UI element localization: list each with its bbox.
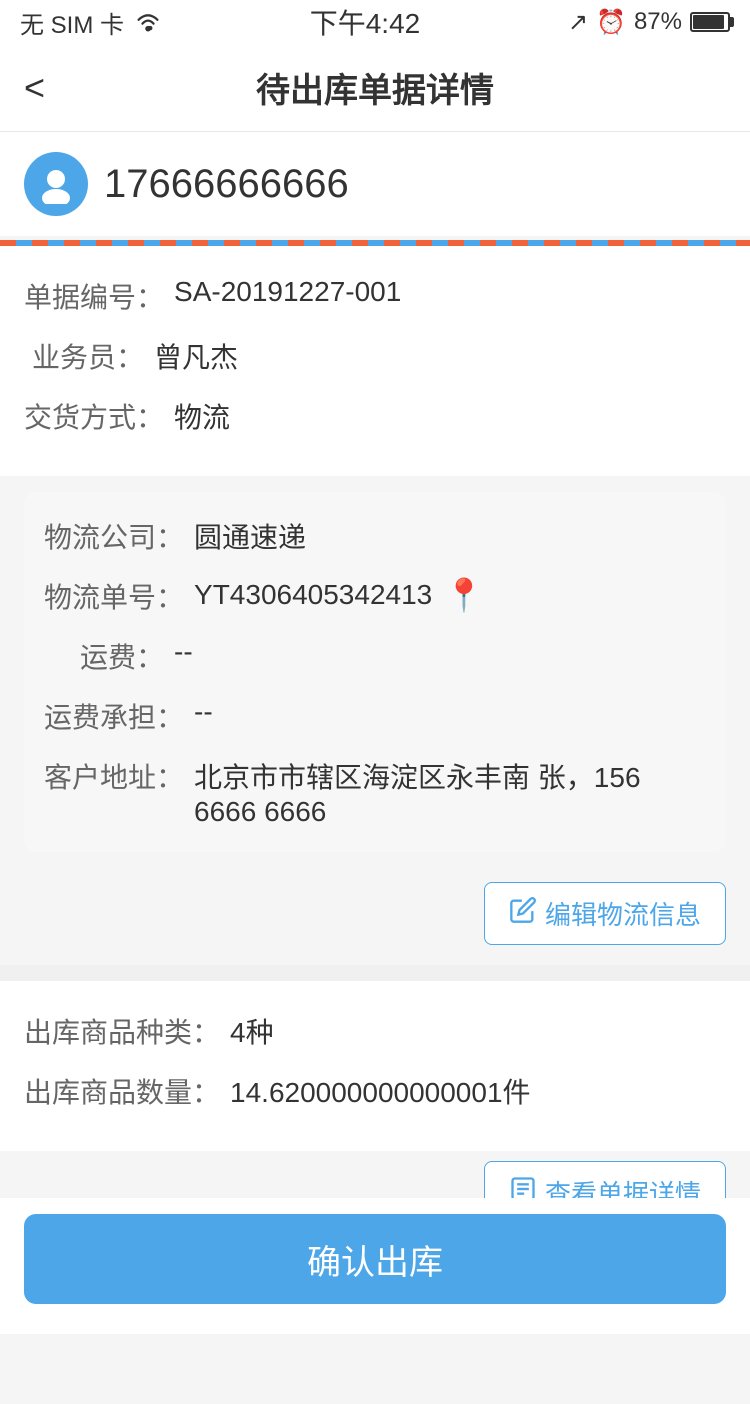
back-button[interactable]: < (24, 67, 45, 109)
status-bar: 无 SIM 卡 下午4:42 ↗ ⏰ 87% (0, 0, 750, 44)
logistics-tracking-label: 物流单号： (44, 576, 184, 616)
battery-icon (690, 12, 730, 32)
map-pin-icon[interactable]: 📍 (444, 576, 484, 614)
order-number-value: SA-20191227-001 (164, 276, 726, 308)
logistics-company-label: 物流公司： (44, 516, 184, 556)
goods-types-label: 出库商品种类： (24, 1011, 220, 1051)
goods-types-row: 出库商品种类： 4种 (24, 1011, 726, 1051)
page-title: 待出库单据详情 (256, 63, 494, 112)
salesman-value: 曾凡杰 (144, 336, 726, 376)
wifi-icon (134, 12, 162, 32)
salesman-row: 业务员： 曾凡杰 (24, 336, 726, 376)
address-row: 客户地址： 北京市市辖区海淀区永丰南 张，156 6666 6666 (44, 756, 706, 828)
goods-types-value: 4种 (220, 1011, 274, 1051)
logistics-card: 物流公司： 圆通速递 物流单号： YT43064053424​13 📍 运费： … (24, 492, 726, 852)
delivery-row: 交货方式： 物流 (24, 396, 726, 436)
gray-divider (0, 965, 750, 981)
freight-row: 运费： -- (44, 636, 706, 676)
freight-value: -- (164, 636, 706, 668)
status-time: 下午4:42 (310, 2, 421, 42)
customer-header: 17666666666 (0, 132, 750, 236)
freight-bear-value: -- (184, 696, 706, 728)
logistics-tracking-value: YT43064053424​13 📍 (184, 576, 706, 614)
status-right: ↗ ⏰ 87% (568, 8, 730, 37)
alarm-icon: ⏰ (596, 8, 626, 37)
battery-text: 87% (634, 8, 682, 36)
edit-icon (509, 896, 537, 931)
address-label: 客户地址： (44, 756, 184, 796)
location-status-icon: ↗ (568, 8, 588, 37)
bottom-area: 确认出库 (0, 1198, 750, 1334)
goods-quantity-value: 14.620000000000001件 (220, 1071, 531, 1111)
goods-quantity-label: 出库商品数量： (24, 1071, 220, 1111)
freight-bear-label: 运费承担： (44, 696, 184, 736)
customer-phone: 17666666666 (104, 162, 349, 207)
freight-label: 运费： (44, 636, 164, 676)
status-left: 无 SIM 卡 (20, 5, 162, 40)
freight-bear-row: 运费承担： -- (44, 696, 706, 736)
delivery-value: 物流 (164, 396, 726, 436)
order-info-section: 单据编号： SA-20191227-001 业务员： 曾凡杰 交货方式： 物流 (0, 246, 750, 476)
goods-quantity-row: 出库商品数量： 14.620000000000001件 (24, 1071, 726, 1111)
salesman-label: 业务员： (24, 336, 144, 376)
edit-logistics-button[interactable]: 编辑物流信息 (484, 882, 726, 945)
logistics-company-row: 物流公司： 圆通速递 (44, 516, 706, 556)
avatar (24, 152, 88, 216)
edit-btn-container: 编辑物流信息 (0, 872, 750, 965)
confirm-label: 确认出库 (307, 1235, 443, 1284)
goods-section: 出库商品种类： 4种 出库商品数量： 14.620000000000001件 (0, 981, 750, 1151)
nav-bar: < 待出库单据详情 (0, 44, 750, 132)
order-number-label: 单据编号： (24, 276, 164, 316)
carrier-text: 无 SIM 卡 (20, 5, 124, 40)
delivery-label: 交货方式： (24, 396, 164, 436)
confirm-button[interactable]: 确认出库 (24, 1214, 726, 1304)
user-icon (36, 164, 76, 204)
edit-logistics-label: 编辑物流信息 (545, 895, 701, 932)
order-number-row: 单据编号： SA-20191227-001 (24, 276, 726, 316)
address-value: 北京市市辖区海淀区永丰南 张，156 6666 6666 (184, 756, 706, 828)
logistics-company-value: 圆通速递 (184, 516, 706, 556)
logistics-tracking-row: 物流单号： YT43064053424​13 📍 (44, 576, 706, 616)
